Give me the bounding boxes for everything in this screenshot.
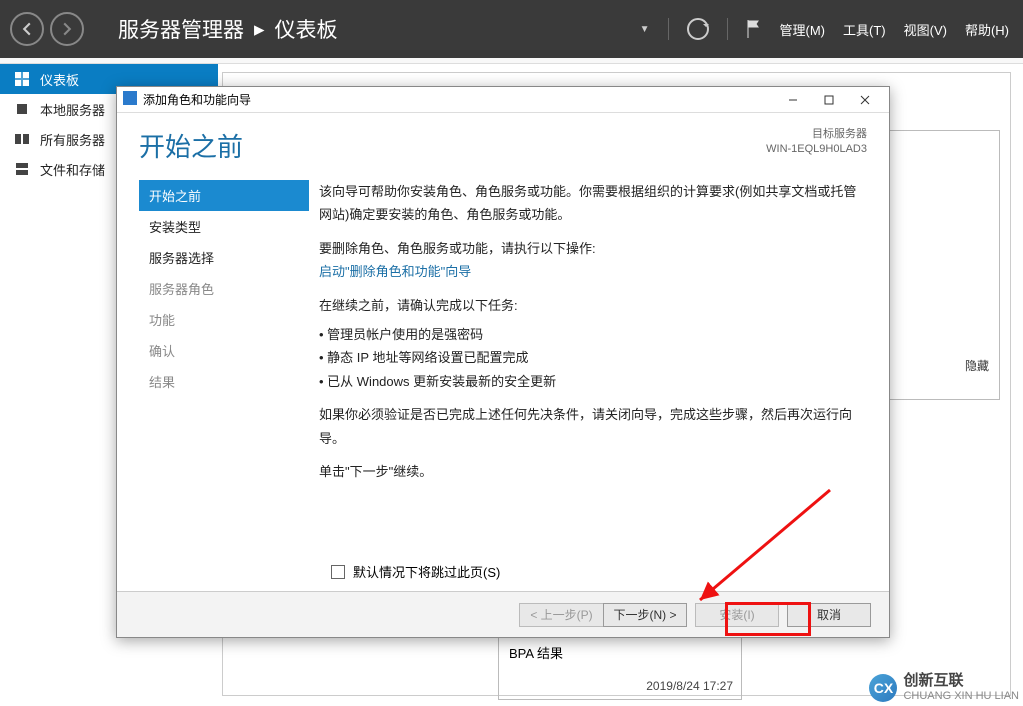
sidebar-item-label: 本地服务器 <box>40 100 105 119</box>
menu-help[interactable]: 帮助(H) <box>965 20 1009 39</box>
wizard-header: 开始之前 目标服务器 WIN-1EQL9H0LAD3 <box>117 113 889 170</box>
window-controls <box>775 88 883 112</box>
breadcrumb-sep-icon: ▸ <box>254 17 265 42</box>
minimize-button[interactable] <box>775 88 811 112</box>
content-p5: 单击"下一步"继续。 <box>319 460 863 483</box>
maximize-button[interactable] <box>811 88 847 112</box>
watermark-brand-cn: 创新互联 <box>903 673 1019 690</box>
sidebar-item-label: 文件和存储 <box>40 160 105 179</box>
close-button[interactable] <box>847 88 883 112</box>
step-before-you-begin[interactable]: 开始之前 <box>139 180 309 211</box>
breadcrumb-app: 服务器管理器 <box>118 14 244 44</box>
step-features: 功能 <box>139 304 309 335</box>
wizard-dialog: 添加角色和功能向导 开始之前 目标服务器 WIN-1EQL9H0LAD3 开始之… <box>116 86 890 638</box>
step-installation-type[interactable]: 安装类型 <box>139 211 309 242</box>
separator <box>668 18 669 40</box>
refresh-icon[interactable] <box>687 18 709 40</box>
app-header: 服务器管理器 ▸ 仪表板 ▼ 管理(M) 工具(T) 视图(V) 帮助(H) <box>0 0 1023 58</box>
flag-icon[interactable] <box>746 20 762 38</box>
step-confirmation: 确认 <box>139 335 309 366</box>
watermark-text: 创新互联 CHUANG XIN HU LIAN <box>903 673 1019 702</box>
bpa-panel: BPA 结果 2019/8/24 17:27 <box>498 636 742 700</box>
wizard-heading: 开始之前 <box>139 127 243 164</box>
skip-label[interactable]: 默认情况下将跳过此页(S) <box>353 562 500 581</box>
prev-button: < 上一步(P) <box>519 603 603 627</box>
step-list: 开始之前 安装类型 服务器选择 服务器角色 功能 确认 结果 <box>139 174 309 562</box>
wizard-body: 开始之前 安装类型 服务器选择 服务器角色 功能 确认 结果 该向导可帮助你安装… <box>117 170 889 562</box>
prereq-item: 管理员帐户使用的是强密码 <box>319 323 863 346</box>
dropdown-icon[interactable]: ▼ <box>640 24 650 35</box>
wizard-titlebar: 添加角色和功能向导 <box>117 87 889 113</box>
storage-icon <box>14 161 30 177</box>
cancel-button[interactable]: 取消 <box>787 603 871 627</box>
nav-back-button[interactable] <box>10 12 44 46</box>
content-p4: 如果你必须验证是否已完成上述任何先决条件，请关闭向导，完成这些步骤，然后再次运行… <box>319 403 863 450</box>
content-p1: 该向导可帮助你安装角色、角色服务或功能。你需要根据组织的计算要求(例如共享文档或… <box>319 180 863 227</box>
nav-forward-button[interactable] <box>50 12 84 46</box>
wizard-content: 该向导可帮助你安装角色、角色服务或功能。你需要根据组织的计算要求(例如共享文档或… <box>309 174 867 562</box>
sidebar-item-label: 所有服务器 <box>40 130 105 149</box>
wizard-footer: < 上一步(P) 下一步(N) > 安装(I) 取消 <box>117 591 889 637</box>
breadcrumb-page: 仪表板 <box>275 14 338 44</box>
server-icon <box>14 101 30 117</box>
skip-checkbox[interactable] <box>331 565 345 579</box>
skip-page-row: 默认情况下将跳过此页(S) <box>117 562 889 591</box>
nav-button-group: < 上一步(P) 下一步(N) > <box>519 603 687 627</box>
menu-tools[interactable]: 工具(T) <box>843 20 886 39</box>
step-server-selection[interactable]: 服务器选择 <box>139 242 309 273</box>
watermark-logo-icon: CX <box>869 674 897 702</box>
separator <box>727 18 728 40</box>
watermark: CX 创新互联 CHUANG XIN HU LIAN <box>869 673 1019 702</box>
step-results: 结果 <box>139 366 309 397</box>
prerequisite-list: 管理员帐户使用的是强密码 静态 IP 地址等网络设置已配置完成 已从 Windo… <box>319 323 863 393</box>
remove-roles-link[interactable]: 启动"删除角色和功能"向导 <box>319 260 863 283</box>
sidebar-item-label: 仪表板 <box>40 70 79 89</box>
content-p3: 在继续之前，请确认完成以下任务: <box>319 294 863 317</box>
servers-icon <box>14 131 30 147</box>
destination-server: 目标服务器 WIN-1EQL9H0LAD3 <box>766 127 867 164</box>
breadcrumb: 服务器管理器 ▸ 仪表板 <box>118 14 338 44</box>
menu-view[interactable]: 视图(V) <box>904 20 947 39</box>
install-button: 安装(I) <box>695 603 779 627</box>
next-button[interactable]: 下一步(N) > <box>603 603 687 627</box>
bpa-title: BPA 结果 <box>509 643 731 662</box>
dashboard-icon <box>14 71 30 87</box>
step-server-roles: 服务器角色 <box>139 273 309 304</box>
nav-arrows <box>0 12 90 46</box>
header-right: ▼ 管理(M) 工具(T) 视图(V) 帮助(H) <box>640 18 1023 40</box>
wizard-window-title: 添加角色和功能向导 <box>143 91 251 108</box>
dest-label: 目标服务器 <box>766 127 867 142</box>
bpa-timestamp: 2019/8/24 17:27 <box>646 679 733 693</box>
watermark-brand-py: CHUANG XIN HU LIAN <box>903 690 1019 702</box>
wizard-icon <box>123 91 137 108</box>
prereq-item: 静态 IP 地址等网络设置已配置完成 <box>319 346 863 369</box>
content-p2: 要删除角色、角色服务或功能，请执行以下操作: <box>319 237 863 260</box>
prereq-item: 已从 Windows 更新安装最新的安全更新 <box>319 370 863 393</box>
dest-value: WIN-1EQL9H0LAD3 <box>766 142 867 157</box>
hide-link[interactable]: 隐藏 <box>965 357 989 374</box>
menu-manage[interactable]: 管理(M) <box>780 20 826 39</box>
